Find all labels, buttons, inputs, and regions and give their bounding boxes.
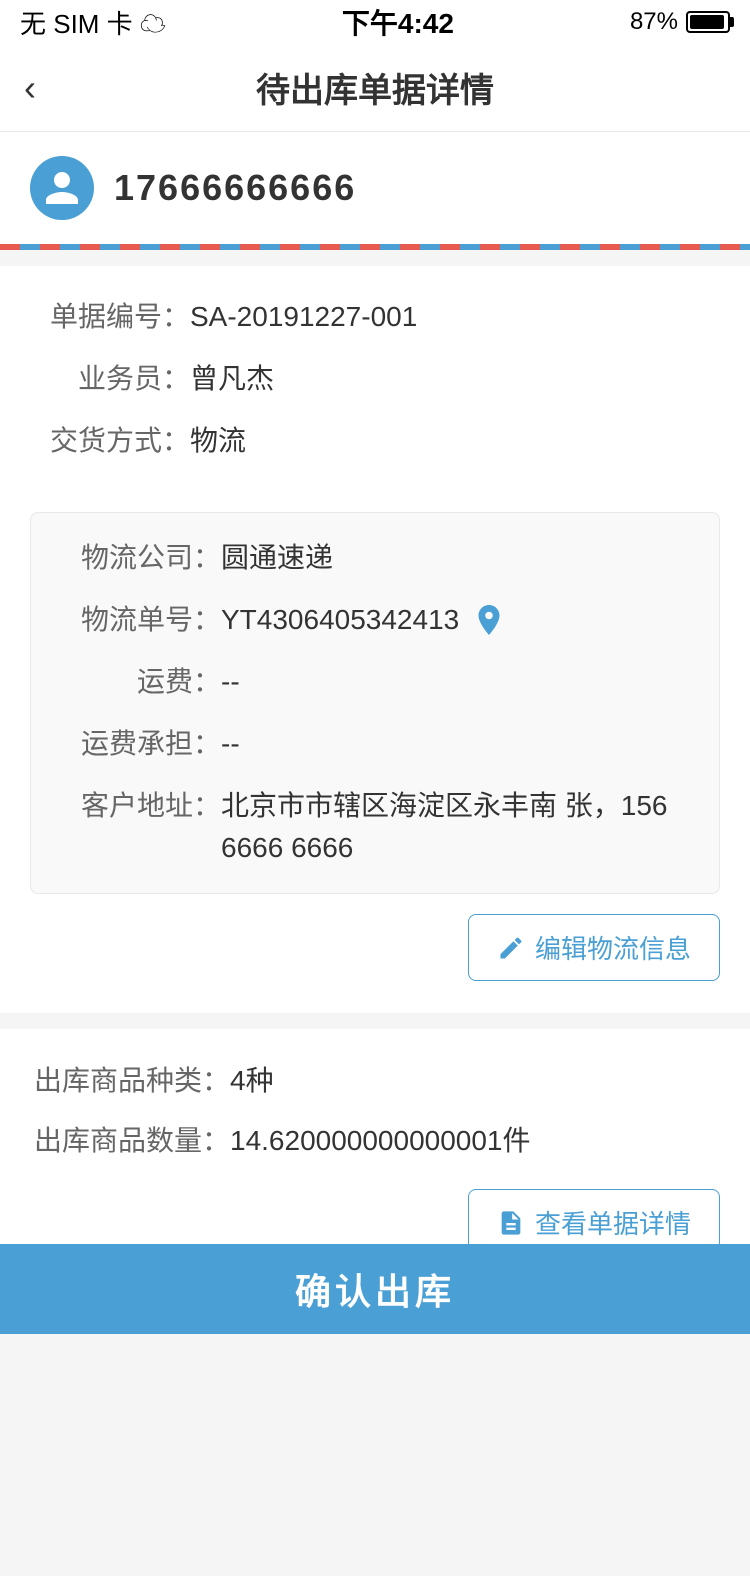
address-label: 客户地址：: [61, 785, 221, 827]
status-bar-time: 下午4:42: [342, 2, 454, 42]
goods-quantity-value: 14.620000000000001件: [230, 1119, 720, 1159]
company-value: 圆通速递: [221, 537, 689, 579]
avatar: [30, 156, 94, 220]
goods-type-row: 出库商品种类： 4种: [30, 1059, 720, 1099]
back-button[interactable]: ‹: [24, 67, 36, 109]
customer-phone: 17666666666: [114, 167, 356, 209]
salesman-row: 业务员： 曾凡杰: [30, 358, 720, 400]
nav-bar: ‹ 待出库单据详情: [0, 44, 750, 132]
tracking-number-row: 物流单号： YT43064053424​13: [61, 599, 689, 641]
logistics-wrapper: 物流公司： 圆通速递 物流单号： YT43064053424​13 运费： --…: [0, 492, 750, 1013]
order-number-value: SA-20191227-001: [190, 296, 720, 338]
freight-bearer-row: 运费承担： --: [61, 723, 689, 765]
goods-type-value: 4种: [230, 1059, 720, 1099]
edit-logistics-wrapper: 编辑物流信息: [0, 914, 750, 1005]
customer-header: 17666666666: [0, 132, 750, 244]
order-info-section: 单据编号： SA-20191227-001 业务员： 曾凡杰 交货方式： 物流: [0, 266, 750, 492]
confirm-button-wrapper: 确认出库: [0, 1244, 750, 1334]
goods-section: 出库商品种类： 4种 出库商品数量： 14.620000000000001件: [0, 1029, 750, 1189]
delivery-method-value: 物流: [190, 420, 720, 462]
edit-logistics-button[interactable]: 编辑物流信息: [468, 914, 720, 981]
tracking-number-label: 物流单号：: [61, 599, 221, 641]
battery-icon: [686, 11, 730, 33]
order-number-row: 单据编号： SA-20191227-001: [30, 296, 720, 338]
delivery-method-row: 交货方式： 物流: [30, 420, 720, 462]
salesman-value: 曾凡杰: [190, 358, 720, 400]
goods-quantity-row: 出库商品数量： 14.620000000000001件: [30, 1119, 720, 1159]
status-bar: 无 SIM 卡 ☁ 下午4:42 87%: [0, 0, 750, 44]
user-icon: [42, 168, 82, 208]
address-row: 客户地址： 北京市市辖区海淀区永丰南 张，156 6666 6666: [61, 785, 689, 869]
delivery-method-label: 交货方式：: [30, 420, 190, 462]
page-title: 待出库单据详情: [256, 63, 494, 112]
freight-label: 运费：: [61, 661, 221, 703]
freight-row: 运费： --: [61, 661, 689, 703]
logistics-box: 物流公司： 圆通速递 物流单号： YT43064053424​13 运费： --…: [30, 512, 720, 894]
address-value: 北京市市辖区海淀区永丰南 张，156 6666 6666: [221, 785, 689, 869]
company-label: 物流公司：: [61, 537, 221, 579]
sim-status: 无 SIM 卡 ☁: [20, 4, 166, 41]
order-number-label: 单据编号：: [30, 296, 190, 338]
location-icon[interactable]: [471, 602, 507, 638]
goods-type-label: 出库商品种类：: [30, 1059, 230, 1099]
confirm-button[interactable]: 确认出库: [0, 1244, 750, 1334]
tracking-number-value: YT43064053424​13: [221, 599, 689, 641]
status-bar-right: 87%: [630, 8, 730, 36]
freight-value: --: [221, 661, 689, 703]
salesman-label: 业务员：: [30, 358, 190, 400]
document-icon: [497, 1209, 525, 1237]
battery-percent: 87%: [630, 8, 678, 36]
edit-icon: [497, 934, 525, 962]
goods-quantity-label: 出库商品数量：: [30, 1119, 230, 1159]
freight-bearer-value: --: [221, 723, 689, 765]
freight-bearer-label: 运费承担：: [61, 723, 221, 765]
company-row: 物流公司： 圆通速递: [61, 537, 689, 579]
status-bar-left: 无 SIM 卡 ☁: [20, 4, 166, 41]
